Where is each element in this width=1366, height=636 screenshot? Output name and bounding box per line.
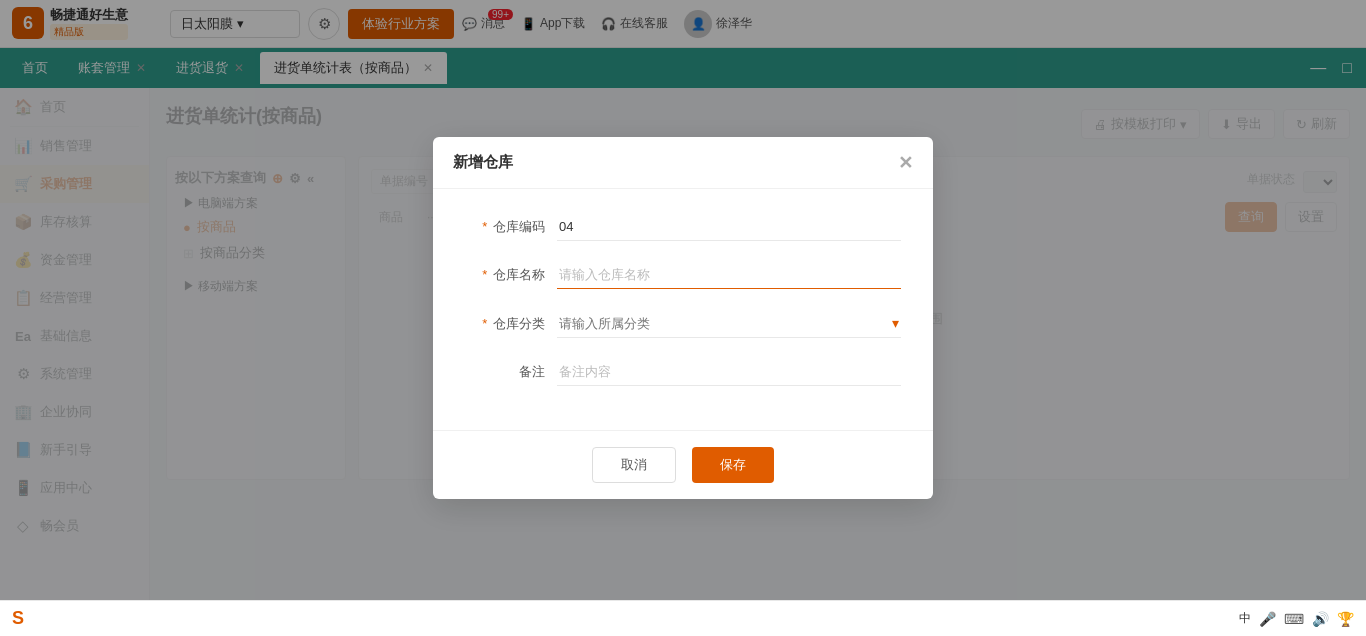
dialog-header: 新增仓库 ✕: [433, 137, 933, 189]
dialog-title: 新增仓库: [453, 153, 513, 172]
category-select-wrapper: ▾: [557, 309, 901, 338]
category-dropdown-arrow-icon[interactable]: ▾: [892, 315, 899, 331]
name-input[interactable]: [557, 261, 901, 289]
bottom-bar: S 中 🎤 ⌨ 🔊 🏆: [0, 600, 1366, 636]
dialog-body: * 仓库编码 * 仓库名称 * 仓库分类: [433, 189, 933, 430]
form-row-name: * 仓库名称: [465, 261, 901, 289]
dialog-footer: 取消 保存: [433, 430, 933, 499]
save-button[interactable]: 保存: [692, 447, 774, 483]
name-label: * 仓库名称: [465, 266, 545, 284]
form-row-code: * 仓库编码: [465, 213, 901, 241]
new-warehouse-dialog: 新增仓库 ✕ * 仓库编码 * 仓库名称: [433, 137, 933, 499]
form-row-note: 备注: [465, 358, 901, 386]
microphone-icon[interactable]: 🎤: [1259, 611, 1276, 627]
bottom-logo-icon: S: [12, 608, 24, 629]
cancel-button[interactable]: 取消: [592, 447, 676, 483]
bottom-icon-group: 中 🎤 ⌨ 🔊 🏆: [1239, 610, 1354, 627]
form-row-category: * 仓库分类 ▾: [465, 309, 901, 338]
category-label: * 仓库分类: [465, 315, 545, 333]
dialog-close-icon[interactable]: ✕: [898, 154, 913, 172]
trophy-icon[interactable]: 🏆: [1337, 611, 1354, 627]
chinese-input-icon[interactable]: 中: [1239, 610, 1251, 627]
modal-overlay: 新增仓库 ✕ * 仓库编码 * 仓库名称: [0, 0, 1366, 636]
note-label: 备注: [465, 363, 545, 381]
keyboard-icon[interactable]: ⌨: [1284, 611, 1304, 627]
speaker-icon[interactable]: 🔊: [1312, 611, 1329, 627]
code-label: * 仓库编码: [465, 218, 545, 236]
category-input[interactable]: [559, 316, 892, 331]
code-input[interactable]: [557, 213, 901, 241]
note-input[interactable]: [557, 358, 901, 386]
